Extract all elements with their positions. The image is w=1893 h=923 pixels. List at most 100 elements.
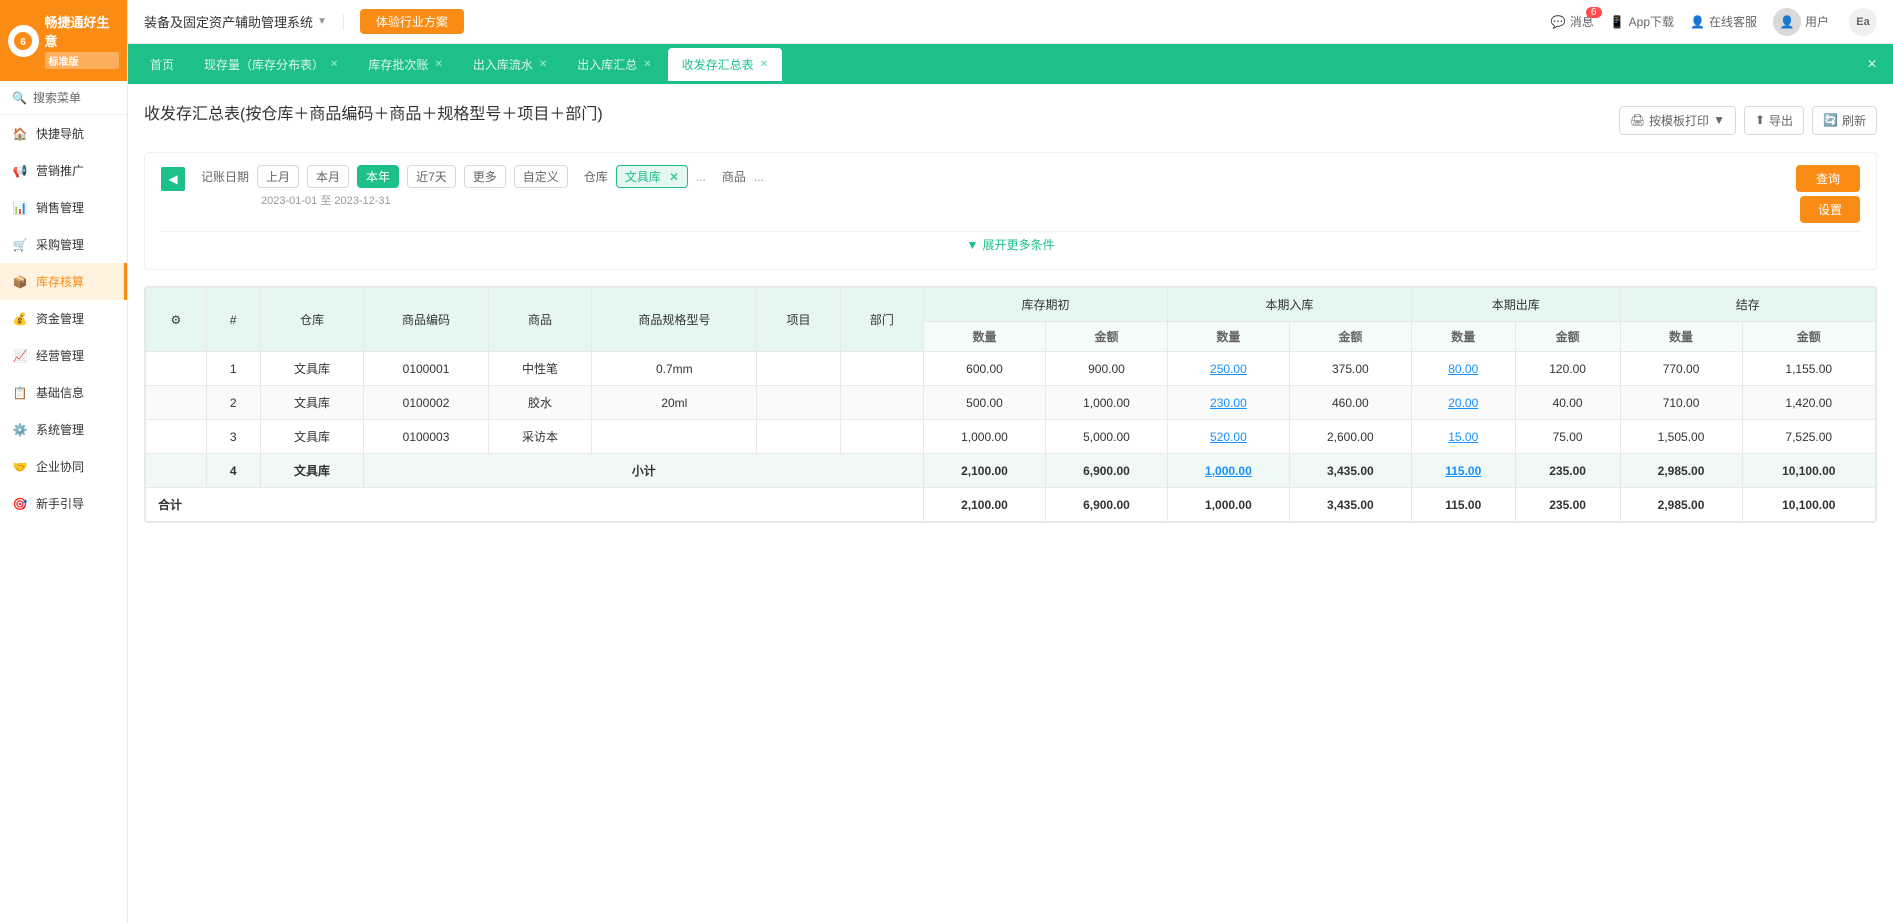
row-warehouse: 文具库 <box>260 420 364 454</box>
row-in-amt: 460.00 <box>1289 386 1411 420</box>
date-btn-this-year[interactable]: 本年 <box>357 165 399 188</box>
row-opening-qty: 500.00 <box>924 386 1046 420</box>
total-in-amt: 3,435.00 <box>1289 488 1411 522</box>
row-in-qty[interactable]: 230.00 <box>1167 386 1289 420</box>
sidebar-item-system[interactable]: ⚙️ 系统管理 <box>0 411 127 448</box>
row-balance-amt: 7,525.00 <box>1742 420 1875 454</box>
th-out: 本期出库 <box>1411 288 1620 322</box>
th-in: 本期入库 <box>1167 288 1411 322</box>
tab-flow-close[interactable]: ✕ <box>539 59 547 70</box>
sidebar-item-purchase[interactable]: 🛒 采购管理 <box>0 226 127 263</box>
tab-inout-summary-close[interactable]: ✕ <box>643 59 651 70</box>
date-filter-label: 记账日期 <box>201 168 249 185</box>
tab-home-label: 首页 <box>150 56 174 73</box>
subtotal-out-qty[interactable]: 115.00 <box>1411 454 1515 488</box>
table-row: 3 文具库 0100003 采访本 1,000.00 5,000.00 520.… <box>146 420 1876 454</box>
tab-receipt-summary-close[interactable]: ✕ <box>760 59 768 70</box>
warehouse-filter-group: 仓库 文具库 ✕ ... <box>584 165 706 188</box>
total-row: 合计 2,100.00 6,900.00 1,000.00 3,435.00 1… <box>146 488 1876 522</box>
product-filter-group: 商品 ... <box>722 168 764 185</box>
date-btn-7days[interactable]: 近7天 <box>407 165 456 188</box>
settings-btn[interactable]: 设置 <box>1800 196 1860 223</box>
export-btn[interactable]: ⬆ 导出 <box>1744 106 1804 135</box>
subtotal-opening-amt: 6,900.00 <box>1045 454 1167 488</box>
row-out-qty[interactable]: 15.00 <box>1411 420 1515 454</box>
tab-receipt-summary-label: 收发存汇总表 <box>682 56 754 73</box>
row-out-amt: 75.00 <box>1515 420 1620 454</box>
system-title: 装备及固定资产辅助管理系统 <box>144 12 313 31</box>
sidebar-item-operations[interactable]: 📈 经营管理 <box>0 337 127 374</box>
th-spec: 商品规格型号 <box>592 288 757 352</box>
subtotal-balance-qty: 2,985.00 <box>1620 454 1742 488</box>
topbar-divider <box>343 14 344 30</box>
date-btn-prev-month[interactable]: 上月 <box>257 165 299 188</box>
subtotal-settings <box>146 454 207 488</box>
row-index: 3 <box>206 420 260 454</box>
tab-flow[interactable]: 出入库流水 ✕ <box>459 48 561 81</box>
column-settings-icon[interactable]: ⚙ <box>171 313 182 327</box>
tab-inventory-dist[interactable]: 现存量（库存分布表） ✕ <box>190 48 352 81</box>
sidebar-item-sales[interactable]: 📊 销售管理 <box>0 189 127 226</box>
inventory-icon: 📦 <box>12 274 28 290</box>
sales-icon: 📊 <box>12 200 28 216</box>
sidebar-item-base-info[interactable]: 📋 基础信息 <box>0 374 127 411</box>
sidebar-item-quick-nav[interactable]: 🏠 快捷导航 <box>0 115 127 152</box>
search-menu[interactable]: 🔍 搜索菜单 <box>0 81 127 115</box>
row-settings[interactable] <box>146 420 207 454</box>
row-dept <box>840 352 923 386</box>
row-opening-qty: 600.00 <box>924 352 1046 386</box>
row-in-qty[interactable]: 250.00 <box>1167 352 1289 386</box>
user-action[interactable]: 👤 用户 <box>1773 8 1829 36</box>
sidebar-item-marketing[interactable]: 📢 营销推广 <box>0 152 127 189</box>
sidebar: 6 畅捷通好生意 标准版 🔍 搜索菜单 🏠 快捷导航 📢 营销推广 📊 销售管理… <box>0 0 128 923</box>
th-warehouse: 仓库 <box>260 288 364 352</box>
warehouse-more[interactable]: ... <box>696 170 706 184</box>
tab-receipt-summary[interactable]: 收发存汇总表 ✕ <box>668 48 782 81</box>
sidebar-item-guide[interactable]: 🎯 新手引导 <box>0 485 127 522</box>
th-settings[interactable]: ⚙ <box>146 288 207 352</box>
row-balance-qty: 770.00 <box>1620 352 1742 386</box>
row-settings[interactable] <box>146 352 207 386</box>
row-out-qty[interactable]: 80.00 <box>1411 352 1515 386</box>
refresh-btn[interactable]: 🔄 刷新 <box>1812 106 1877 135</box>
app-download-action[interactable]: 📱 App下载 <box>1610 13 1674 30</box>
query-btn[interactable]: 查询 <box>1796 165 1860 192</box>
sidebar-item-inventory[interactable]: 📦 库存核算 <box>0 263 127 300</box>
tab-batch-close[interactable]: ✕ <box>434 59 442 70</box>
row-in-qty[interactable]: 520.00 <box>1167 420 1289 454</box>
message-icon: 💬 <box>1551 15 1566 29</box>
main-content: 装备及固定资产辅助管理系统 ▼ 体验行业方案 💬 消息 6 📱 App下载 👤 … <box>128 0 1893 923</box>
sidebar-item-finance[interactable]: 💰 资金管理 <box>0 300 127 337</box>
tab-inventory-dist-close[interactable]: ✕ <box>330 59 338 70</box>
experience-btn[interactable]: 体验行业方案 <box>360 9 464 34</box>
tab-home[interactable]: 首页 <box>136 48 188 81</box>
system-dropdown-icon: ▼ <box>317 16 327 27</box>
warehouse-tag-close[interactable]: ✕ <box>669 170 679 184</box>
print-btn[interactable]: 🖨 按模板打印 ▼ <box>1619 106 1736 135</box>
subtotal-opening-qty: 2,100.00 <box>924 454 1046 488</box>
subtotal-in-qty[interactable]: 1,000.00 <box>1167 454 1289 488</box>
total-label: 合计 <box>146 488 924 522</box>
messages-action[interactable]: 💬 消息 6 <box>1551 13 1594 30</box>
sidebar-item-enterprise[interactable]: 🤝 企业协同 <box>0 448 127 485</box>
date-btn-this-month[interactable]: 本月 <box>307 165 349 188</box>
online-service-action[interactable]: 👤 在线客服 <box>1690 13 1757 30</box>
tab-batch[interactable]: 库存批次账 ✕ <box>354 48 456 81</box>
header-right-actions: 🖨 按模板打印 ▼ ⬆ 导出 🔄 刷新 <box>1619 106 1877 135</box>
topbar: 装备及固定资产辅助管理系统 ▼ 体验行业方案 💬 消息 6 📱 App下载 👤 … <box>128 0 1893 44</box>
date-btn-more[interactable]: 更多 <box>464 165 506 188</box>
filter-collapse-btn[interactable]: ◀ <box>161 167 185 191</box>
th-index: # <box>206 288 260 352</box>
row-settings[interactable] <box>146 386 207 420</box>
product-more[interactable]: ... <box>754 170 764 184</box>
warehouse-tag[interactable]: 文具库 ✕ <box>616 165 688 188</box>
expand-more-btn[interactable]: ▼ 展开更多条件 <box>161 231 1860 257</box>
row-out-amt: 120.00 <box>1515 352 1620 386</box>
row-warehouse: 文具库 <box>260 386 364 420</box>
row-warehouse: 文具库 <box>260 352 364 386</box>
date-btn-custom[interactable]: 自定义 <box>514 165 568 188</box>
tab-inout-summary[interactable]: 出入库汇总 ✕ <box>563 48 665 81</box>
row-out-qty[interactable]: 20.00 <box>1411 386 1515 420</box>
row-product: 中性笔 <box>488 352 592 386</box>
tabbar-close-all[interactable]: ✕ <box>1859 53 1885 75</box>
